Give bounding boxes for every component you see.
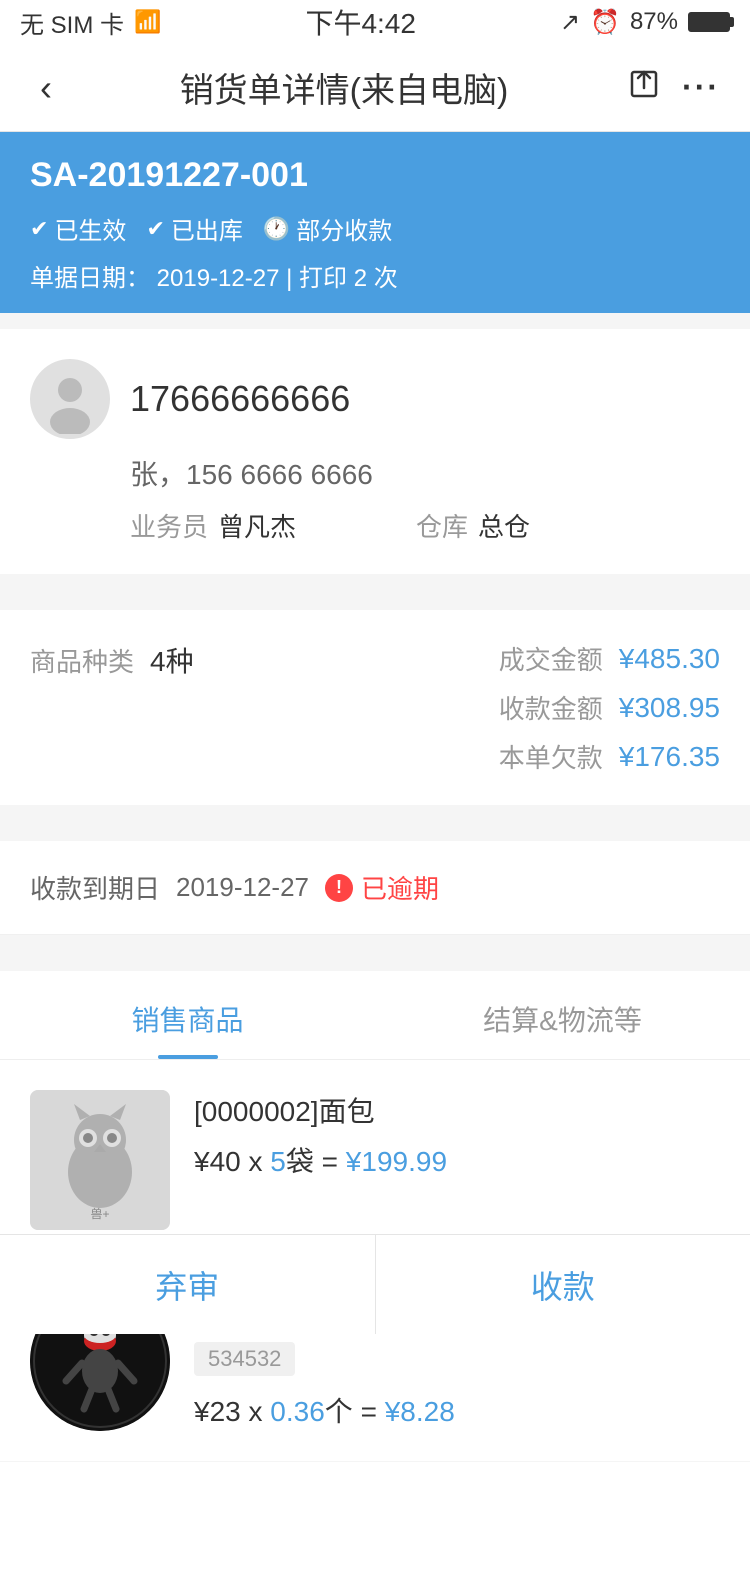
back-button[interactable]: ‹ xyxy=(30,57,62,119)
product-price-row-2: ¥23 x 0.36个 = ¥8.28 xyxy=(194,1390,720,1430)
battery-bar xyxy=(688,12,730,32)
check-icon-2: ✔ xyxy=(146,216,164,242)
print-count: 2 xyxy=(354,265,367,292)
divider-3 xyxy=(0,825,750,841)
tabs-row: 销售商品 结算&物流等 xyxy=(0,971,750,1060)
category-count: 4种 xyxy=(150,640,194,680)
summary-row: 商品种类 4种 成交金额 ¥485.30 收款金额 ¥308.95 本单欠款 ¥… xyxy=(30,640,720,775)
date-label: 单据日期： xyxy=(30,265,150,292)
category-label: 商品种类 xyxy=(30,642,134,679)
product-name-1: [0000002]面包 xyxy=(194,1090,720,1130)
tab-settlement[interactable]: 结算&物流等 xyxy=(375,971,750,1059)
status-effected-label: 已生效 xyxy=(54,211,126,246)
customer-top: 17666666666 xyxy=(30,359,720,439)
product-total-1: ¥199.99 xyxy=(346,1146,447,1177)
staff-meta: 业务员 曾凡杰 xyxy=(130,507,296,544)
due-date: 2019-12-27 xyxy=(176,872,309,903)
due-label: 收款到期日 xyxy=(30,869,160,906)
status-partial-label: 部分收款 xyxy=(296,211,392,246)
bottom-bar: 弃审 收款 xyxy=(0,1234,750,1334)
clock-icon: 🕐 xyxy=(263,216,290,242)
tab-sales-products[interactable]: 销售商品 xyxy=(0,971,375,1059)
category-item: 商品种类 4种 xyxy=(30,640,194,680)
product-qty-2: 0.36 xyxy=(270,1396,325,1427)
summary-right: 成交金额 ¥485.30 收款金额 ¥308.95 本单欠款 ¥176.35 xyxy=(499,640,720,775)
nav-actions: ··· xyxy=(626,66,720,110)
order-id: SA-20191227-001 xyxy=(30,156,720,195)
product-price-2: ¥23 x xyxy=(194,1396,270,1427)
svg-text:兽+: 兽+ xyxy=(90,1207,109,1221)
status-shipped-label: 已出库 xyxy=(171,211,243,246)
check-icon-1: ✔ xyxy=(30,216,48,242)
print-label: | 打印 xyxy=(286,265,347,292)
deal-amount-label: 成交金额 xyxy=(499,640,603,677)
nav-title: 销货单详情(来自电脑) xyxy=(180,63,509,112)
owed-amount-label: 本单欠款 xyxy=(499,738,603,775)
owed-amount: ¥176.35 xyxy=(619,741,720,773)
status-shipped: ✔ 已出库 xyxy=(146,211,242,246)
battery-percent: 87% xyxy=(630,8,678,36)
location-icon: ↗ xyxy=(560,8,580,37)
alarm-icon: ⏰ xyxy=(590,8,620,37)
customer-section: 17666666666 张，156 6666 6666 业务员 曾凡杰 仓库 总… xyxy=(0,329,750,574)
product-total-prefix-1: = xyxy=(314,1146,346,1177)
overdue-badge: ! 已逾期 xyxy=(325,869,439,906)
warehouse-label: 仓库 xyxy=(416,507,468,544)
divider-2 xyxy=(0,594,750,610)
carrier-text: 无 SIM 卡 xyxy=(20,5,124,40)
collect-payment-button[interactable]: 收款 xyxy=(376,1235,750,1334)
status-right: ↗ ⏰ 87% xyxy=(560,8,730,37)
overdue-dot: ! xyxy=(325,874,353,902)
received-amount: ¥308.95 xyxy=(619,692,720,724)
product-thumb-1: 兽+ xyxy=(30,1090,170,1230)
avatar xyxy=(30,359,110,439)
status-partial: 🕐 部分收款 xyxy=(263,211,392,246)
more-icon[interactable]: ··· xyxy=(682,69,720,106)
customer-id: 17666666666 xyxy=(130,378,350,420)
warehouse-name: 总仓 xyxy=(478,507,530,544)
deal-amount: ¥485.30 xyxy=(619,643,720,675)
cancel-review-button[interactable]: 弃审 xyxy=(0,1235,376,1334)
print-suffix: 次 xyxy=(374,265,398,292)
product-unit-2: 个 xyxy=(325,1396,353,1427)
order-header: SA-20191227-001 ✔ 已生效 ✔ 已出库 🕐 部分收款 单据日期：… xyxy=(0,132,750,313)
divider-4 xyxy=(0,955,750,971)
product-info-1: [0000002]面包 ¥40 x 5袋 = ¥199.99 xyxy=(194,1090,720,1180)
product-sku-2: 534532 xyxy=(194,1342,295,1376)
status-effected: ✔ 已生效 xyxy=(30,211,126,246)
order-status-row: ✔ 已生效 ✔ 已出库 🕐 部分收款 xyxy=(30,211,720,246)
warehouse-meta: 仓库 总仓 xyxy=(416,507,530,544)
nav-bar: ‹ 销货单详情(来自电脑) ··· xyxy=(0,44,750,132)
order-date: 2019-12-27 xyxy=(157,265,280,292)
customer-meta: 业务员 曾凡杰 仓库 总仓 xyxy=(30,507,720,544)
customer-phone: 张，156 6666 6666 xyxy=(30,453,720,493)
received-amount-row: 收款金额 ¥308.95 xyxy=(499,689,720,726)
order-date-row: 单据日期： 2019-12-27 | 打印 2 次 xyxy=(30,258,720,293)
wifi-icon: 📶 xyxy=(134,9,161,35)
deal-amount-row: 成交金额 ¥485.30 xyxy=(499,640,720,677)
product-unit-1: 袋 xyxy=(286,1146,314,1177)
product-total-prefix-2: = xyxy=(353,1396,385,1427)
summary-left: 商品种类 4种 xyxy=(30,640,194,680)
staff-label: 业务员 xyxy=(130,507,208,544)
product-item: 兽+ [0000002]面包 ¥40 x 5袋 = ¥199.99 xyxy=(0,1060,750,1261)
product-price-1: ¥40 x xyxy=(194,1146,270,1177)
owed-amount-row: 本单欠款 ¥176.35 xyxy=(499,738,720,775)
staff-name: 曾凡杰 xyxy=(218,507,296,544)
product-total-2: ¥8.28 xyxy=(385,1396,455,1427)
share-icon[interactable] xyxy=(626,66,662,110)
received-amount-label: 收款金额 xyxy=(499,689,603,726)
status-time: 下午4:42 xyxy=(305,2,416,42)
status-left: 无 SIM 卡 📶 xyxy=(20,5,161,40)
summary-section: 商品种类 4种 成交金额 ¥485.30 收款金额 ¥308.95 本单欠款 ¥… xyxy=(0,610,750,805)
bottom-spacer xyxy=(0,1462,750,1582)
tabs-section: 销售商品 结算&物流等 xyxy=(0,971,750,1060)
product-price-row-1: ¥40 x 5袋 = ¥199.99 xyxy=(194,1140,720,1180)
product-qty-1: 5 xyxy=(270,1146,286,1177)
due-section: 收款到期日 2019-12-27 ! 已逾期 xyxy=(0,841,750,935)
divider-1 xyxy=(0,313,750,329)
status-bar: 无 SIM 卡 📶 下午4:42 ↗ ⏰ 87% xyxy=(0,0,750,44)
overdue-text: 已逾期 xyxy=(361,869,439,906)
